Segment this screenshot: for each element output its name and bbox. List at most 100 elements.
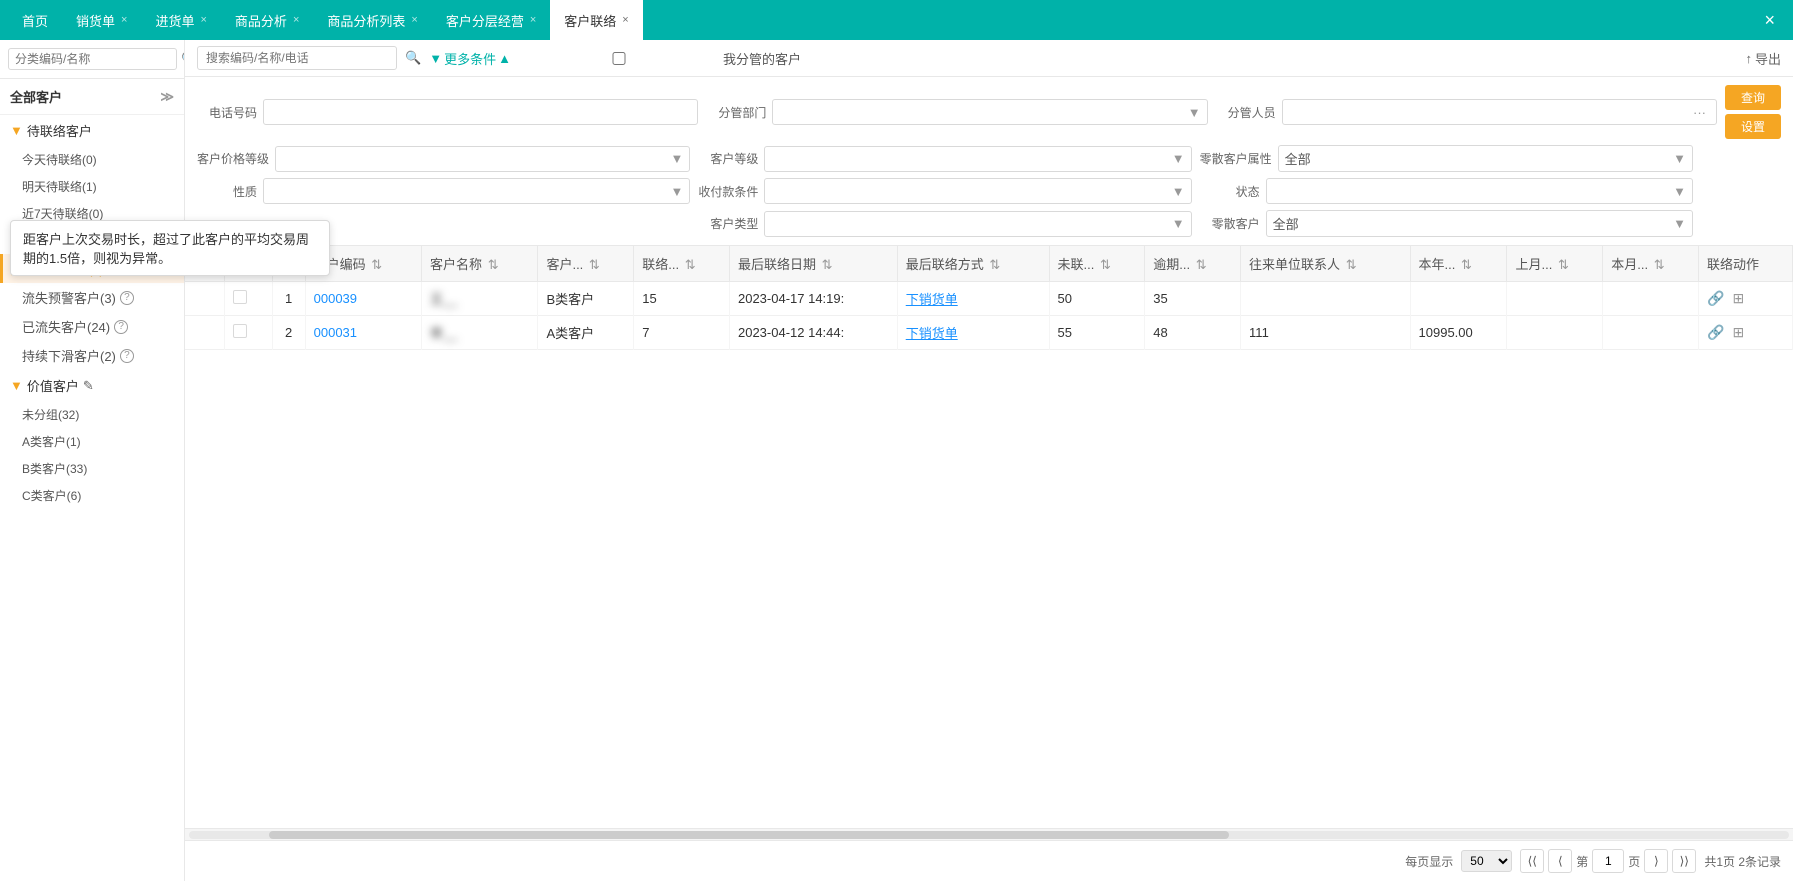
my-customers-checkbox[interactable] xyxy=(519,52,719,65)
sidebar-collapse-icon[interactable]: ≫ xyxy=(160,89,174,105)
th-this-month[interactable]: 本月... ⇅ xyxy=(1603,246,1699,282)
last-page-button[interactable]: ⟩⟩ xyxy=(1672,849,1696,873)
link-action-icon[interactable]: 🔗 xyxy=(1707,290,1724,307)
scrollbar-thumb[interactable] xyxy=(269,831,1229,839)
search-button[interactable]: 🔍 xyxy=(405,50,421,66)
td-company-contact xyxy=(1241,282,1410,316)
td-last-contact-date: 2023-04-12 14:44: xyxy=(729,316,897,350)
payment-label: 收付款条件 xyxy=(698,183,758,200)
nav-item-sales[interactable]: 销货单 × xyxy=(62,0,141,40)
chevron-down-icon: ▼ xyxy=(1673,184,1686,199)
retail-attr-select[interactable]: 全部 ▼ xyxy=(1278,145,1693,172)
close-icon[interactable]: × xyxy=(411,14,417,26)
sidebar-item-declining[interactable]: 持续下滑客户(2) ? xyxy=(0,341,184,370)
nav-item-product-analysis[interactable]: 商品分析 × xyxy=(221,0,313,40)
td-code[interactable]: 000039 xyxy=(305,282,421,316)
filter-phone: 电话号码 xyxy=(197,99,698,125)
prev-page-button[interactable]: ⟨ xyxy=(1548,849,1572,873)
info-icon[interactable]: ? xyxy=(120,291,134,305)
customer-grade-label: 客户等级 xyxy=(698,150,758,167)
chevron-down-icon: ▼ xyxy=(1172,216,1185,231)
sidebar-item-today-pending[interactable]: 今天待联络(0) xyxy=(0,146,184,173)
th-last-contact-method[interactable]: 最后联络方式 ⇅ xyxy=(897,246,1049,282)
row-checkbox[interactable] xyxy=(233,324,247,338)
total-records-label: 共1页 2条记录 xyxy=(1704,853,1781,870)
sort-icon: ⇅ xyxy=(1461,257,1472,272)
close-icon[interactable]: × xyxy=(293,14,299,26)
retail-customer-select[interactable]: 全部 ▼ xyxy=(1266,210,1693,237)
nav-item-customer-stratify[interactable]: 客户分层经营 × xyxy=(432,0,550,40)
more-conditions-button[interactable]: ▼ 更多条件 ▲ xyxy=(429,49,511,68)
customer-grade-select[interactable]: ▼ xyxy=(764,146,1191,172)
close-icon[interactable]: × xyxy=(121,14,127,26)
horizontal-scrollbar[interactable] xyxy=(185,828,1793,840)
row-checkbox[interactable] xyxy=(233,290,247,304)
grid-action-icon[interactable]: ⊞ xyxy=(1732,290,1744,307)
td-checkbox[interactable] xyxy=(225,282,273,316)
query-button[interactable]: 查询 xyxy=(1725,85,1781,110)
phone-input[interactable] xyxy=(263,99,698,125)
page-size-select[interactable]: 50 100 200 xyxy=(1461,850,1512,872)
td-last-contact-method[interactable]: 下销货单 xyxy=(897,282,1049,316)
filter-retail-attr: 零散客户属性 全部 ▼ xyxy=(1200,145,1693,172)
dept-select[interactable]: ▼ xyxy=(772,99,1207,125)
th-this-year[interactable]: 本年... ⇅ xyxy=(1410,246,1507,282)
person-select[interactable]: ··· xyxy=(1282,99,1717,125)
th-company-contact[interactable]: 往来单位联系人 ⇅ xyxy=(1241,246,1410,282)
sidebar-group-pending[interactable]: ▼ 待联络客户 xyxy=(0,115,184,146)
more-icon[interactable]: ··· xyxy=(1689,105,1710,120)
filter-row-4: ··· 客户类型 ▼ 零散客户 全部 ▼ xyxy=(197,210,1781,237)
nav-item-home[interactable]: 首页 xyxy=(8,0,62,40)
th-uncontacted[interactable]: 未联... ⇅ xyxy=(1049,246,1145,282)
sidebar-search-input[interactable] xyxy=(8,48,177,70)
th-last-month[interactable]: 上月... ⇅ xyxy=(1507,246,1603,282)
nav-item-purchase[interactable]: 进货单 × xyxy=(141,0,220,40)
info-icon[interactable]: ? xyxy=(120,349,134,363)
next-page-button[interactable]: ⟩ xyxy=(1644,849,1668,873)
td-checkbox[interactable] xyxy=(225,316,273,350)
price-grade-select[interactable]: ▼ xyxy=(275,146,690,172)
window-close-button[interactable]: × xyxy=(1754,10,1785,31)
sidebar-all-customers[interactable]: 全部客户 ≫ xyxy=(0,79,184,115)
info-icon[interactable]: ? xyxy=(114,320,128,334)
link-action-icon[interactable]: 🔗 xyxy=(1707,324,1724,341)
customer-type-select[interactable]: ▼ xyxy=(764,211,1191,237)
close-icon[interactable]: × xyxy=(200,14,206,26)
settings-button[interactable]: 设置 xyxy=(1725,114,1781,139)
sidebar-item-class-b[interactable]: B类客户(33) xyxy=(0,455,184,482)
close-icon[interactable]: × xyxy=(530,14,536,26)
edit-icon[interactable]: ✎ xyxy=(83,378,94,394)
nature-select[interactable]: ▼ xyxy=(263,178,690,204)
th-type[interactable]: 客户... ⇅ xyxy=(538,246,634,282)
sidebar-group-value[interactable]: ▼ 价值客户 ✎ xyxy=(0,370,184,401)
sidebar-item-churned[interactable]: 已流失客户(24) ? xyxy=(0,312,184,341)
sidebar-item-tomorrow-pending[interactable]: 明天待联络(1) xyxy=(0,173,184,200)
th-name[interactable]: 客户名称 ⇅ xyxy=(422,246,538,282)
sidebar-item-class-c[interactable]: C类客户(6) xyxy=(0,482,184,509)
td-code[interactable]: 000031 xyxy=(305,316,421,350)
th-contact-count[interactable]: 联络... ⇅ xyxy=(634,246,730,282)
sort-icon: ⇅ xyxy=(822,257,833,272)
td-name: 王__ xyxy=(422,282,538,316)
payment-select[interactable]: ▼ xyxy=(764,178,1191,204)
th-last-contact-date[interactable]: 最后联络日期 ⇅ xyxy=(729,246,897,282)
th-overdue[interactable]: 逾期... ⇅ xyxy=(1145,246,1241,282)
table-scroll[interactable]: ⚙ 客户编码 ⇅ 客户名称 xyxy=(185,246,1793,828)
page-label: 第 xyxy=(1576,853,1588,870)
sidebar-item-class-a[interactable]: A类客户(1) xyxy=(0,428,184,455)
search-input[interactable] xyxy=(197,46,397,70)
td-this-month xyxy=(1603,316,1699,350)
first-page-button[interactable]: ⟨⟨ xyxy=(1520,849,1544,873)
export-button[interactable]: ↑ 导出 xyxy=(1745,49,1781,68)
nav-item-customer-contact[interactable]: 客户联络 × xyxy=(550,0,642,40)
status-select[interactable]: ▼ xyxy=(1266,178,1693,204)
filter-row-3: 性质 ▼ 收付款条件 ▼ 状态 xyxy=(197,178,1781,204)
grid-action-icon[interactable]: ⊞ xyxy=(1732,324,1744,341)
action-icons: 🔗 ⊞ xyxy=(1707,290,1784,307)
close-icon[interactable]: × xyxy=(622,14,628,26)
nav-item-product-list[interactable]: 商品分析列表 × xyxy=(313,0,431,40)
sidebar-item-churn-warning[interactable]: 流失预警客户(3) ? xyxy=(0,283,184,312)
td-last-contact-method[interactable]: 下销货单 xyxy=(897,316,1049,350)
sidebar-item-ungrouped[interactable]: 未分组(32) xyxy=(0,401,184,428)
current-page-input[interactable] xyxy=(1592,849,1624,873)
